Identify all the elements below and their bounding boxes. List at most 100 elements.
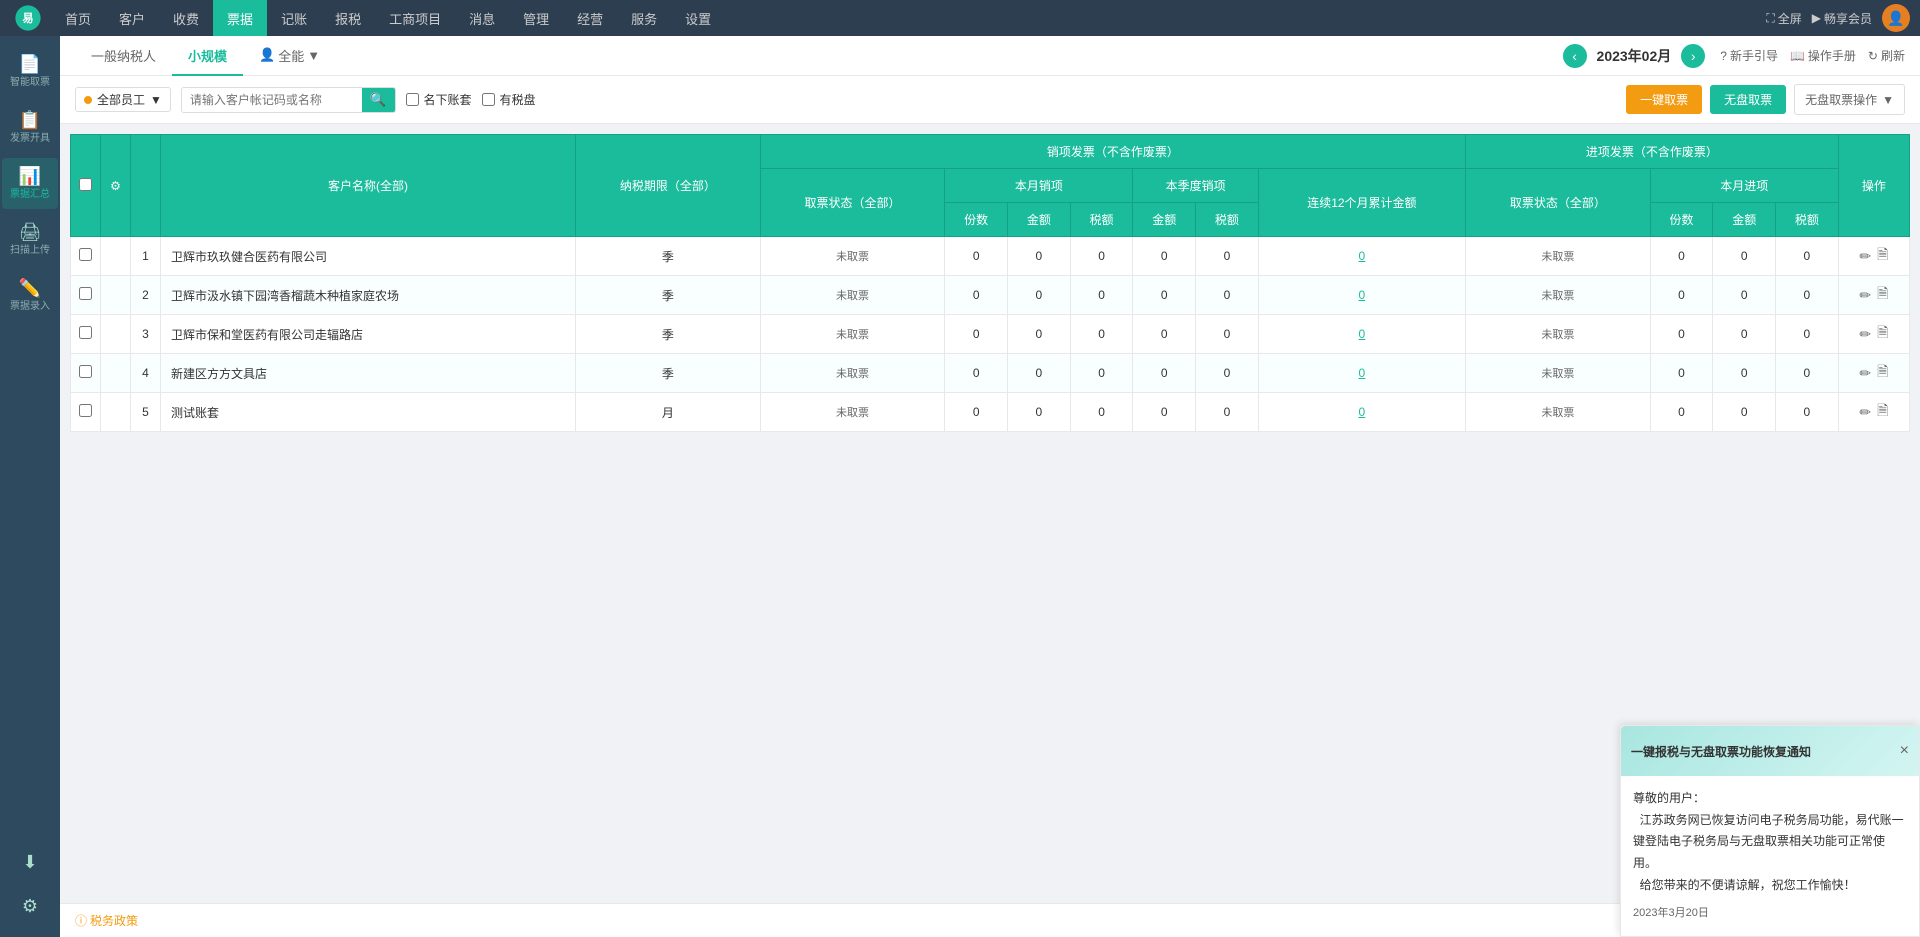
prev-month-btn[interactable]: ‹ bbox=[1563, 44, 1587, 68]
avatar[interactable]: 👤 bbox=[1882, 4, 1910, 32]
no-disk-ticket-btn[interactable]: 无盘取票 bbox=[1710, 85, 1786, 114]
next-month-btn[interactable]: › bbox=[1681, 44, 1705, 68]
edit-icon-3[interactable]: ✏ bbox=[1859, 365, 1871, 382]
notification-title: 一键报税与无盘取票功能恢复通知 bbox=[1631, 743, 1811, 760]
checkbox-my-accounts[interactable]: 名下账套 bbox=[406, 91, 472, 108]
nav-manage[interactable]: 管理 bbox=[509, 0, 563, 36]
sidebar-item-smart-ticket[interactable]: 📄 智能取票 bbox=[2, 46, 58, 97]
has-disk-checkbox[interactable] bbox=[482, 93, 495, 106]
vip-btn[interactable]: ▶ 畅享会员 bbox=[1812, 10, 1872, 27]
row-sales-monthly-tax-1: 0 bbox=[1070, 276, 1133, 315]
one-click-ticket-btn[interactable]: 一键取票 bbox=[1626, 85, 1702, 114]
sidebar-item-scan-upload[interactable]: 🖨 扫描上传 bbox=[2, 214, 58, 265]
nav-items: 首页 客户 收费 票据 记账 报税 工商项目 消息 管理 经营 服务 设置 bbox=[51, 0, 1766, 36]
my-accounts-checkbox[interactable] bbox=[406, 93, 419, 106]
new-guide-link[interactable]: ? 新手引导 bbox=[1720, 47, 1778, 64]
nav-operation[interactable]: 经营 bbox=[563, 0, 617, 36]
row-sales-accum12-2[interactable]: 0 bbox=[1258, 315, 1465, 354]
row-input-monthly-count-4: 0 bbox=[1650, 393, 1713, 432]
nav-invoice[interactable]: 票据 bbox=[213, 0, 267, 36]
action-links: ? 新手引导 📖 操作手册 ↻ 刷新 bbox=[1720, 47, 1905, 64]
tax-policy-link[interactable]: ⓘ 税务政策 bbox=[75, 912, 138, 929]
row-sales-quarterly-tax-2: 0 bbox=[1196, 315, 1259, 354]
row-checkbox-3[interactable] bbox=[71, 354, 101, 393]
employee-select[interactable]: 全部员工 ▼ bbox=[75, 87, 171, 112]
nav-tax[interactable]: 报税 bbox=[321, 0, 375, 36]
tab-all-capable[interactable]: 👤 全能 ▼ bbox=[243, 36, 336, 76]
header-settings-col: ⚙ bbox=[101, 135, 131, 237]
checkbox-has-disk[interactable]: 有税盘 bbox=[482, 91, 536, 108]
header-checkbox-col bbox=[71, 135, 101, 237]
nav-bookkeeping[interactable]: 记账 bbox=[267, 0, 321, 36]
no-disk-operation-btn[interactable]: 无盘取票操作 ▼ bbox=[1794, 84, 1905, 115]
sidebar-item-config[interactable]: ⚙ bbox=[2, 888, 58, 927]
nav-home[interactable]: 首页 bbox=[51, 0, 105, 36]
view-icon-2[interactable]: 🗎 bbox=[1877, 322, 1888, 346]
row-input-monthly-tax-0: 0 bbox=[1776, 237, 1839, 276]
header-sales-monthly: 本月销项 bbox=[945, 169, 1133, 203]
row-num-2: 3 bbox=[131, 315, 161, 354]
row-customer-2: 卫辉市保和堂医药有限公司走辐路店 bbox=[161, 315, 576, 354]
operation-chevron-icon: ▼ bbox=[1882, 93, 1894, 107]
select-all-checkbox[interactable] bbox=[79, 178, 92, 191]
sidebar-item-ticket-entry[interactable]: ✏️ 票据录入 bbox=[2, 270, 58, 321]
row-sales-accum12-1[interactable]: 0 bbox=[1258, 276, 1465, 315]
row-settings-4 bbox=[101, 393, 131, 432]
edit-icon-0[interactable]: ✏ bbox=[1859, 248, 1871, 265]
month-nav: ‹ 2023年02月 › bbox=[1563, 44, 1706, 68]
row-actions-1: ✏ 🗎 bbox=[1838, 276, 1909, 315]
row-sales-accum12-4[interactable]: 0 bbox=[1258, 393, 1465, 432]
nav-customer[interactable]: 客户 bbox=[105, 0, 159, 36]
header-sales-accum12: 连续12个月累计金额 bbox=[1258, 169, 1465, 237]
tab-small-scale[interactable]: 小规模 bbox=[172, 36, 243, 76]
row-sales-status-2: 未取票 bbox=[760, 315, 945, 354]
row-sales-quarterly-tax-0: 0 bbox=[1196, 237, 1259, 276]
fullscreen-btn[interactable]: ⛶ 全屏 bbox=[1766, 10, 1801, 27]
view-icon-0[interactable]: 🗎 bbox=[1877, 244, 1888, 268]
nav-message[interactable]: 消息 bbox=[455, 0, 509, 36]
header-sales-status: 取票状态（全部） bbox=[760, 169, 945, 237]
row-input-monthly-count-3: 0 bbox=[1650, 354, 1713, 393]
refresh-link[interactable]: ↻ 刷新 bbox=[1868, 47, 1905, 64]
view-icon-4[interactable]: 🗎 bbox=[1877, 400, 1888, 424]
config-icon: ⚙ bbox=[22, 896, 38, 917]
row-input-monthly-amount-0: 0 bbox=[1713, 237, 1776, 276]
nav-service[interactable]: 服务 bbox=[617, 0, 671, 36]
search-input[interactable] bbox=[182, 89, 362, 111]
edit-icon-4[interactable]: ✏ bbox=[1859, 404, 1871, 421]
view-icon-3[interactable]: 🗎 bbox=[1877, 361, 1888, 385]
header-tax-period-col: 纳税期限（全部） bbox=[576, 135, 761, 237]
ticket-entry-icon: ✏️ bbox=[19, 278, 41, 299]
scan-upload-icon: 🖨 bbox=[19, 222, 42, 243]
row-input-monthly-count-0: 0 bbox=[1650, 237, 1713, 276]
nav-business[interactable]: 工商项目 bbox=[375, 0, 455, 36]
row-checkbox-4[interactable] bbox=[71, 393, 101, 432]
sidebar-item-open-invoice[interactable]: 📋 发票开具 bbox=[2, 102, 58, 153]
employee-chevron-icon: ▼ bbox=[150, 93, 162, 107]
view-icon-1[interactable]: 🗎 bbox=[1877, 283, 1888, 307]
row-sales-accum12-3[interactable]: 0 bbox=[1258, 354, 1465, 393]
logo[interactable]: 易 bbox=[10, 0, 46, 36]
notification-close-btn[interactable]: × bbox=[1900, 742, 1909, 760]
notification-body: 尊敬的用户： 江苏政务网已恢复访问电子税务局功能，易代账一键登陆电子税务局与无盘… bbox=[1621, 776, 1919, 936]
search-button[interactable]: 🔍 bbox=[362, 88, 395, 112]
edit-icon-2[interactable]: ✏ bbox=[1859, 326, 1871, 343]
tab-general-taxpayer[interactable]: 一般纳税人 bbox=[75, 36, 172, 76]
header-operations-col: 操作 bbox=[1838, 135, 1909, 237]
row-settings-2 bbox=[101, 315, 131, 354]
edit-icon-1[interactable]: ✏ bbox=[1859, 287, 1871, 304]
row-sales-status-4: 未取票 bbox=[760, 393, 945, 432]
sidebar-item-download[interactable]: ⬇ bbox=[2, 844, 58, 883]
row-checkbox-1[interactable] bbox=[71, 276, 101, 315]
row-checkbox-0[interactable] bbox=[71, 237, 101, 276]
nav-fee[interactable]: 收费 bbox=[159, 0, 213, 36]
row-sales-quarterly-amount-0: 0 bbox=[1133, 237, 1196, 276]
header-sales-quarterly: 本季度销项 bbox=[1133, 169, 1258, 203]
manual-link[interactable]: 📖 操作手册 bbox=[1790, 47, 1856, 64]
sidebar-item-ticket-summary[interactable]: 📊 票据汇总 bbox=[2, 158, 58, 209]
header-num-col bbox=[131, 135, 161, 237]
nav-settings[interactable]: 设置 bbox=[671, 0, 725, 36]
svg-text:易: 易 bbox=[22, 12, 33, 25]
row-checkbox-2[interactable] bbox=[71, 315, 101, 354]
row-sales-accum12-0[interactable]: 0 bbox=[1258, 237, 1465, 276]
